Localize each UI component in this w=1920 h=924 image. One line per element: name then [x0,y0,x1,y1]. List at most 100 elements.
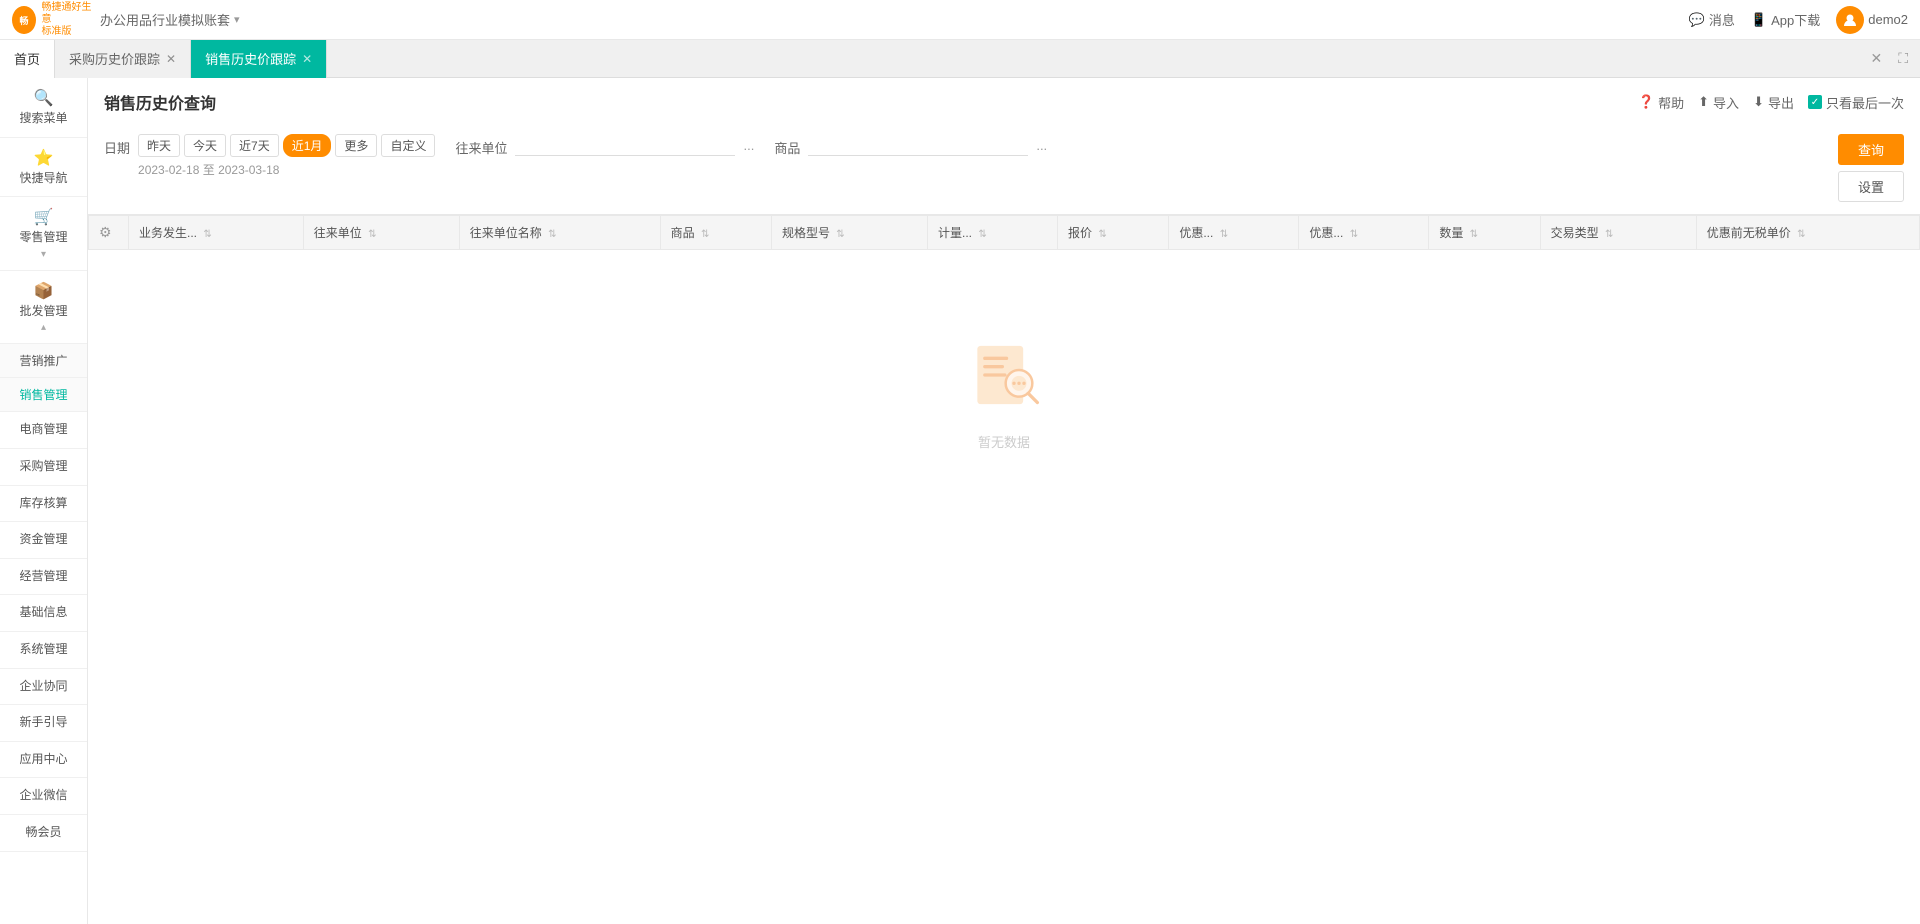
query-button[interactable]: 查询 [1838,134,1904,165]
partner-input[interactable] [515,134,735,156]
breadcrumb-selector[interactable]: 办公用品行业模拟账套 ▾ [100,10,240,29]
col-pre-tax-price-label: 优惠前无税单价 [1707,226,1791,240]
settings-button[interactable]: 设置 [1838,171,1904,202]
header-right: 💬 消息 📱 App下载 demo2 [1689,6,1908,34]
sidebar-item-retail-mgmt[interactable]: 🛒 零售管理 ▾ [0,197,87,271]
tab-sales-history[interactable]: 销售历史价跟踪 ✕ [191,40,327,78]
sidebar-item-inventory[interactable]: 库存核算 [0,486,87,523]
col-trade-type-label: 交易类型 [1551,226,1599,240]
sidebar-item-system-mgmt[interactable]: 系统管理 [0,632,87,669]
only-last-checkbox[interactable]: ✓ 只看最后一次 [1808,93,1904,112]
date-buttons: 昨天 今天 近7天 近1月 更多 自定义 [138,134,435,157]
col-biz-date[interactable]: 业务发生... ⇅ [129,216,304,250]
help-action[interactable]: ❓ 帮助 [1638,93,1684,112]
date-btn-today[interactable]: 今天 [184,134,226,157]
sidebar-item-purchase-mgmt[interactable]: 采购管理 [0,449,87,486]
message-label: 消息 [1709,10,1735,29]
help-icon: ❓ [1638,94,1654,110]
user-action[interactable]: demo2 [1836,6,1908,34]
date-btn-more[interactable]: 更多 [335,134,377,157]
retail-mgmt-arrow-icon: ▾ [41,249,46,260]
search-menu-icon: 🔍 [34,88,54,108]
sidebar-item-wholesale-mgmt[interactable]: 📦 批发管理 ▴ [0,271,87,345]
sidebar-item-search-menu[interactable]: 🔍 搜索菜单 [0,78,87,138]
export-icon: ⬇ [1753,94,1764,110]
sidebar-item-ecommerce-mgmt-label: 电商管理 [19,422,67,438]
col-unit-label: 计量... [938,226,972,240]
sort-icon-discount2: ⇅ [1350,229,1358,240]
tab-home-label: 首页 [14,49,40,68]
col-price-label: 报价 [1068,226,1092,240]
tab-bar: 首页 采购历史价跟踪 ✕ 销售历史价跟踪 ✕ ✕ ⛶ [0,40,1920,78]
message-action[interactable]: 💬 消息 [1689,10,1735,29]
col-trade-type[interactable]: 交易类型 ⇅ [1540,216,1696,250]
col-spec-label: 规格型号 [782,226,830,240]
sort-icon-biz-date: ⇅ [203,229,211,240]
tab-home[interactable]: 首页 [0,40,55,78]
app-download-label: App下载 [1771,10,1820,29]
tab-sales-history-label: 销售历史价跟踪 [205,49,296,68]
tab-close-all-icon[interactable]: ✕ [1866,46,1886,71]
empty-text: 暂无数据 [978,432,1030,451]
col-partner-name[interactable]: 往来单位名称 ⇅ [459,216,660,250]
sidebar-item-wholesale-mgmt-label: 批发管理 [19,304,67,320]
col-goods-label: 商品 [671,226,695,240]
col-qty[interactable]: 数量 ⇅ [1429,216,1540,250]
sidebar-item-app-center[interactable]: 应用中心 [0,742,87,779]
retail-mgmt-icon: 🛒 [34,207,54,227]
col-pre-tax-price[interactable]: 优惠前无税单价 ⇅ [1696,216,1919,250]
sidebar-item-search-menu-label: 搜索菜单 [19,111,67,127]
goods-input[interactable] [808,134,1028,156]
user-label: demo2 [1868,12,1908,27]
col-discount2[interactable]: 优惠... ⇅ [1299,216,1429,250]
table-settings-col[interactable]: ⚙ [89,216,129,250]
checkbox-checked-icon: ✓ [1808,95,1822,109]
sidebar-item-finance-mgmt-label: 资金管理 [19,532,67,548]
import-action[interactable]: ⬆ 导入 [1698,93,1739,112]
col-goods[interactable]: 商品 ⇅ [660,216,771,250]
sidebar-item-sales-mgmt-label: 销售管理 [19,386,67,403]
date-btn-custom[interactable]: 自定义 [381,134,435,157]
col-discount1[interactable]: 优惠... ⇅ [1169,216,1299,250]
col-partner-code[interactable]: 往来单位 ⇅ [303,216,459,250]
sidebar-item-business-mgmt[interactable]: 经营管理 [0,559,87,596]
app-download-action[interactable]: 📱 App下载 [1751,10,1820,29]
col-partner-code-label: 往来单位 [314,226,362,240]
page-title: 销售历史价查询 [104,90,216,114]
import-label: 导入 [1713,93,1739,112]
sidebar-item-inventory-label: 库存核算 [19,496,67,512]
date-btn-yesterday[interactable]: 昨天 [138,134,180,157]
tab-sales-history-close[interactable]: ✕ [302,52,312,66]
sort-icon-partner-name: ⇅ [548,229,556,240]
header-left: 畅 畅捷通好生意 标准版 办公用品行业模拟账套 ▾ [12,2,240,38]
export-action[interactable]: ⬇ 导出 [1753,93,1794,112]
sidebar-item-sales-mgmt[interactable]: 销售管理 [0,378,87,412]
table-gear-icon: ⚙ [99,224,112,240]
date-btn-7days[interactable]: 近7天 [230,134,279,157]
sidebar-item-finance-mgmt[interactable]: 资金管理 [0,522,87,559]
sidebar-item-membership[interactable]: 畅会员 [0,815,87,852]
filter-row: 日期 昨天 今天 近7天 近1月 更多 自定义 2023-02-18 至 202… [104,124,1904,214]
date-btn-1month[interactable]: 近1月 [283,134,332,157]
tab-expand-icon[interactable]: ⛶ [1894,46,1912,71]
sidebar-item-marketing-label: 营销推广 [19,352,67,369]
tab-purchase-history-close[interactable]: ✕ [166,52,176,66]
page-header: 销售历史价查询 ❓ 帮助 ⬆ 导入 ⬇ 导出 ✓ [88,78,1920,215]
sidebar-item-enterprise-wechat[interactable]: 企业微信 [0,778,87,815]
sidebar-item-basic-info[interactable]: 基础信息 [0,595,87,632]
quick-nav-icon: ⭐ [34,148,54,168]
sidebar-item-newbie-guide[interactable]: 新手引导 [0,705,87,742]
sidebar-item-enterprise-coop[interactable]: 企业协同 [0,669,87,706]
sidebar-item-marketing[interactable]: 营销推广 [0,344,87,378]
col-price[interactable]: 报价 ⇅ [1058,216,1169,250]
sidebar-item-ecommerce-mgmt[interactable]: 电商管理 [0,412,87,449]
empty-state: 暂无数据 [88,250,1920,531]
partner-dots: ... [743,138,754,153]
tab-purchase-history[interactable]: 采购历史价跟踪 ✕ [55,40,191,78]
sort-icon-spec: ⇅ [836,229,844,240]
page-title-row: 销售历史价查询 ❓ 帮助 ⬆ 导入 ⬇ 导出 ✓ [104,90,1904,114]
goods-filter-group: 商品 ... [774,134,1047,157]
col-spec[interactable]: 规格型号 ⇅ [771,216,927,250]
sidebar-item-quick-nav[interactable]: ⭐ 快捷导航 [0,138,87,198]
col-unit[interactable]: 计量... ⇅ [928,216,1058,250]
